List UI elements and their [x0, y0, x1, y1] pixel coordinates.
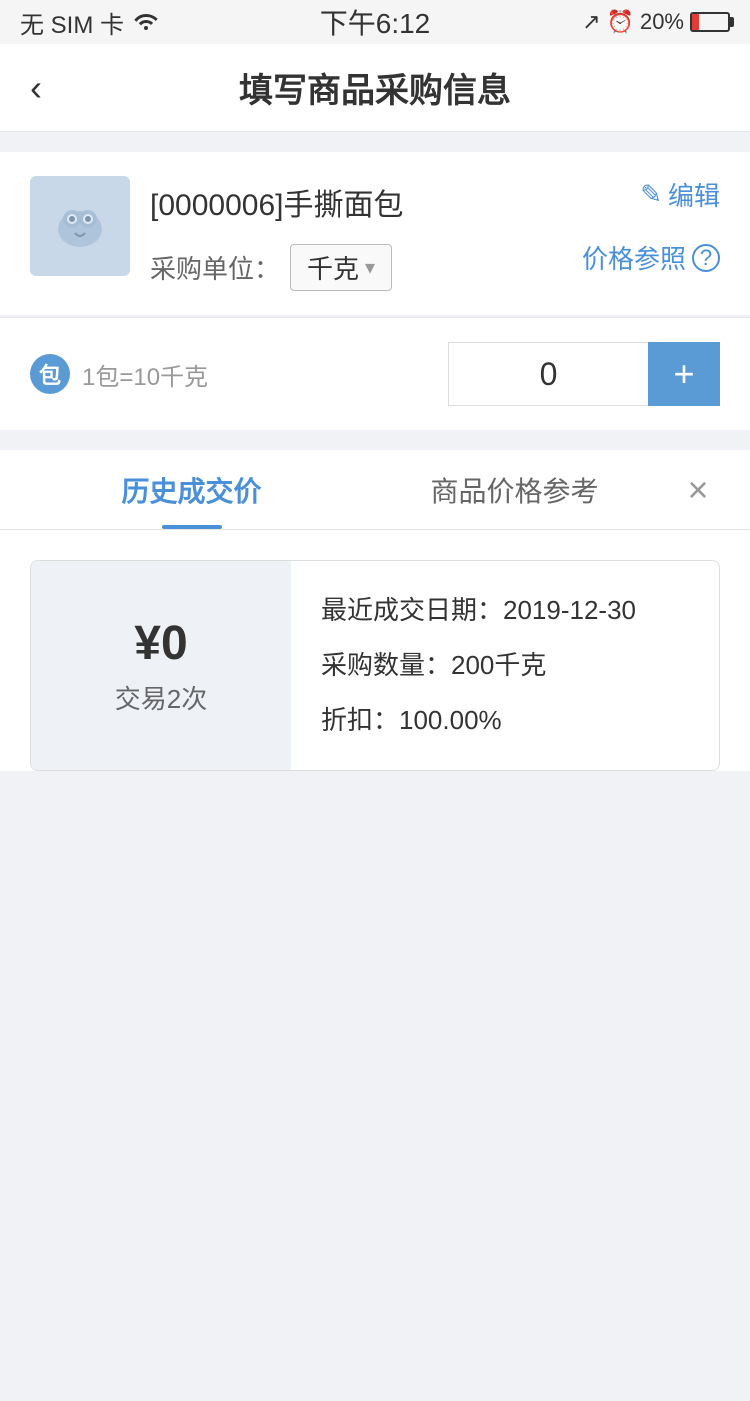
trade-count: 交易2次 — [115, 679, 207, 716]
tab-bar: 历史成交价 商品价格参考 × — [0, 450, 750, 530]
unit-badge-text: 包 — [39, 358, 61, 390]
status-bar-time: 下午6:12 — [320, 2, 431, 42]
product-right-col: ✎ 编辑 价格参照 ? — [582, 176, 720, 276]
trade-discount-row: 折扣：100.00% — [321, 701, 689, 740]
nav-bar: ‹ 填写商品采购信息 — [0, 44, 750, 132]
tab-price-ref-label: 商品价格参考 — [430, 470, 598, 510]
location-icon: ↗ — [582, 9, 600, 35]
product-card: [0000006]手撕面包 采购单位： 千克 ▾ ✎ 编辑 价格参照 ? — [0, 152, 750, 315]
battery-icon — [690, 12, 730, 32]
quantity-label: 采购数量： — [321, 650, 451, 680]
trade-right: 最近成交日期：2019-12-30 采购数量：200千克 折扣：100.00% — [291, 561, 719, 770]
quantity-unit-label: 包 1包=10千克 — [30, 354, 208, 394]
tab-history-price[interactable]: 历史成交价 — [30, 450, 353, 529]
tab-history-price-label: 历史成交价 — [121, 470, 261, 510]
product-unit-row: 采购单位： 千克 ▾ — [150, 244, 403, 291]
unit-arrow-icon: ▾ — [365, 255, 375, 280]
product-name: [0000006]手撕面包 — [150, 180, 403, 224]
product-left: [0000006]手撕面包 采购单位： 千克 ▾ — [30, 176, 403, 291]
quantity-section: 包 1包=10千克 + — [0, 317, 750, 430]
discount-label: 折扣： — [321, 705, 399, 735]
trade-date-row: 最近成交日期：2019-12-30 — [321, 591, 689, 630]
product-image — [30, 176, 130, 276]
page-title: 填写商品采购信息 — [239, 63, 511, 112]
quantity-plus-button[interactable]: + — [648, 342, 720, 406]
quantity-controls: + — [448, 342, 720, 406]
edit-icon: ✎ — [640, 179, 662, 210]
main-content — [0, 801, 750, 1401]
discount-value: 100.00% — [399, 705, 502, 735]
status-bar-left: 无 SIM 卡 — [20, 5, 160, 40]
plus-icon: + — [673, 353, 694, 395]
recent-date-label: 最近成交日期： — [321, 595, 503, 625]
help-icon: ? — [692, 244, 720, 272]
close-icon: × — [687, 469, 708, 511]
price-ref-label: 价格参照 — [582, 239, 686, 276]
unit-badge: 包 — [30, 354, 70, 394]
unit-value: 千克 — [307, 249, 359, 286]
wifi-icon — [132, 8, 160, 37]
edit-button[interactable]: ✎ 编辑 — [640, 176, 720, 213]
trade-left: ¥0 交易2次 — [31, 561, 291, 770]
recent-date-value: 2019-12-30 — [503, 595, 636, 625]
price-ref-button[interactable]: 价格参照 ? — [582, 239, 720, 276]
status-bar-right: ↗ ⏰ 20% — [582, 9, 730, 35]
trade-quantity-row: 采购数量：200千克 — [321, 646, 689, 685]
tab-section: 历史成交价 商品价格参考 × ¥0 交易2次 最近成交日期：2019-12-30… — [0, 450, 750, 771]
edit-label: 编辑 — [668, 176, 720, 213]
tab-price-ref[interactable]: 商品价格参考 — [353, 450, 676, 529]
product-header: [0000006]手撕面包 采购单位： 千克 ▾ ✎ 编辑 价格参照 ? — [30, 176, 720, 291]
trade-card: ¥0 交易2次 最近成交日期：2019-12-30 采购数量：200千克 折扣：… — [30, 560, 720, 771]
quantity-input[interactable] — [448, 342, 648, 406]
alarm-icon: ⏰ — [607, 9, 634, 35]
unit-select[interactable]: 千克 ▾ — [290, 244, 392, 291]
battery-text: 20% — [640, 9, 684, 35]
carrier-text: 无 SIM 卡 — [20, 5, 124, 40]
tab-close-button[interactable]: × — [676, 468, 720, 512]
unit-label: 采购单位： — [150, 249, 280, 286]
status-bar: 无 SIM 卡 下午6:12 ↗ ⏰ 20% — [0, 0, 750, 44]
back-button[interactable]: ‹ — [30, 67, 42, 109]
product-info: [0000006]手撕面包 采购单位： 千克 ▾ — [150, 176, 403, 291]
price-value: 0 — [161, 617, 188, 670]
quantity-value: 200千克 — [451, 650, 546, 680]
currency-symbol: ¥ — [134, 617, 161, 670]
trade-price: ¥0 — [134, 616, 187, 671]
unit-conversion: 1包=10千克 — [82, 357, 208, 392]
